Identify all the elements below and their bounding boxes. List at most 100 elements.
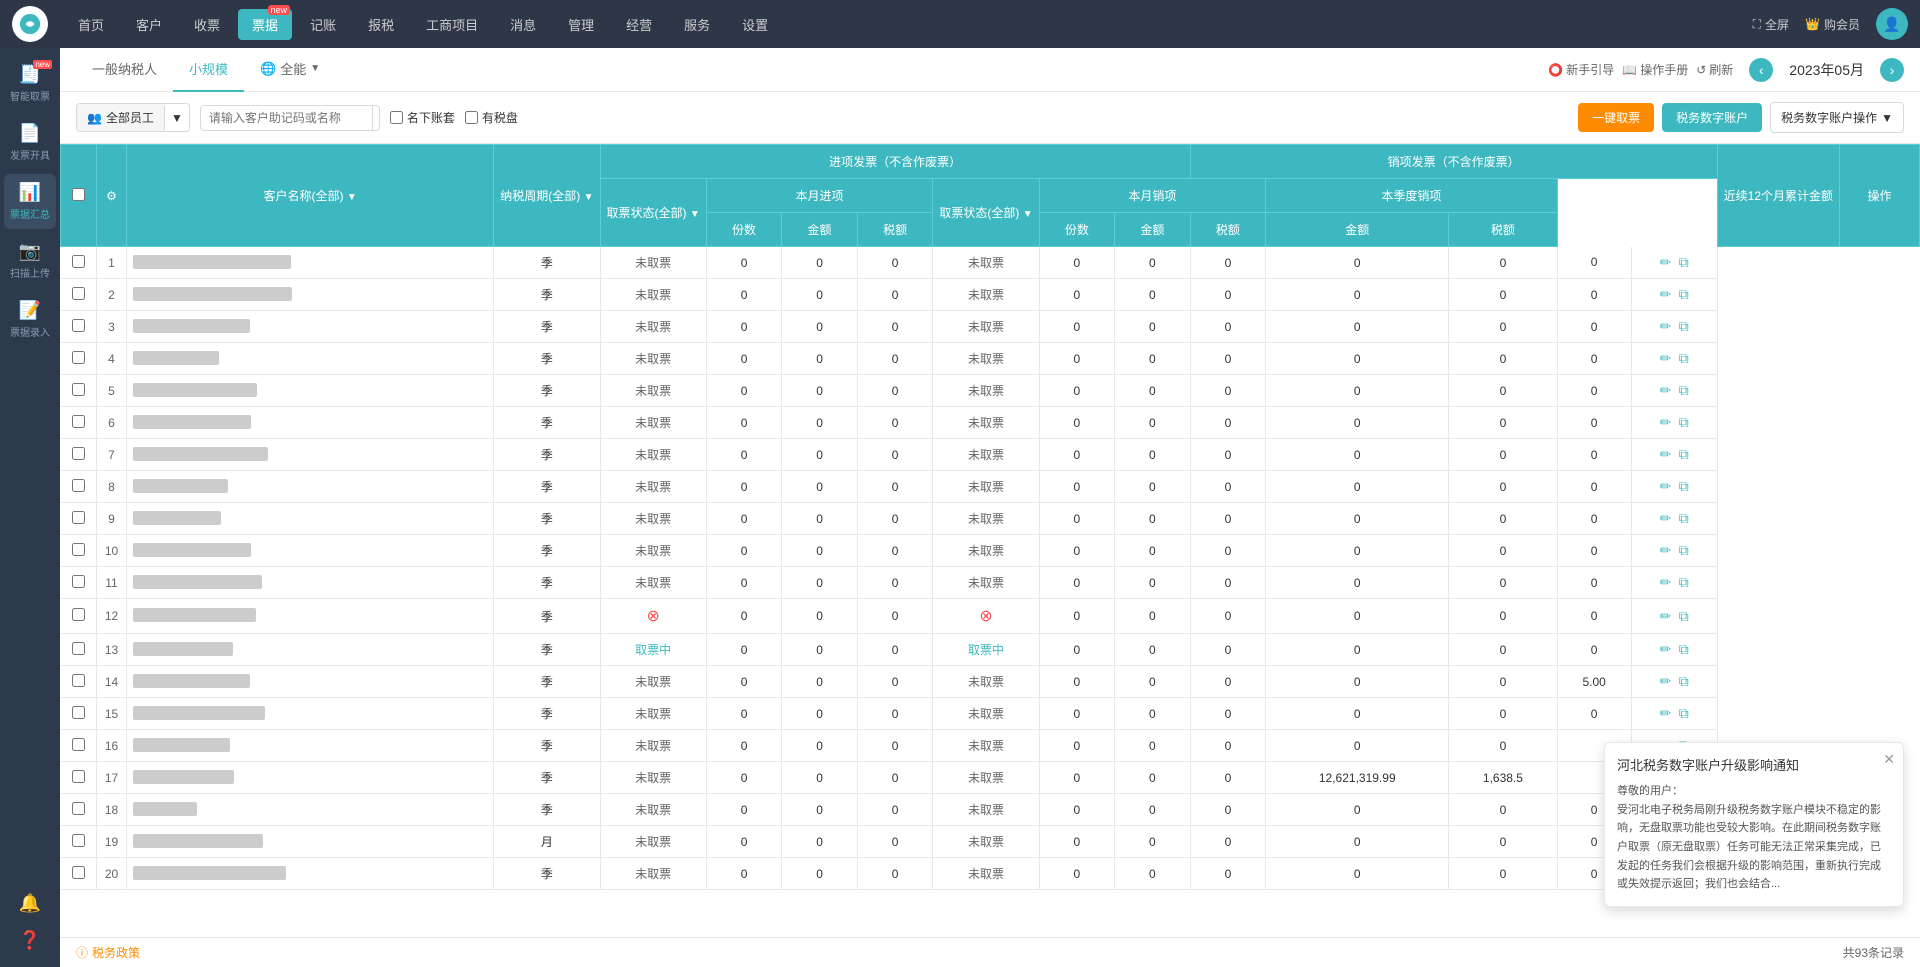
- copy-btn[interactable]: ⧉: [1679, 574, 1689, 590]
- select-all-checkbox[interactable]: [72, 188, 85, 201]
- nav-invoice[interactable]: 票据 new: [238, 9, 292, 40]
- sidebar-item-scan-upload[interactable]: 📷 扫描上传: [4, 233, 56, 288]
- nav-customer[interactable]: 客户: [122, 9, 176, 40]
- row-checkbox[interactable]: [72, 706, 85, 719]
- employee-select[interactable]: 👥 全部员工: [77, 104, 164, 131]
- row-checkbox[interactable]: [72, 255, 85, 268]
- row-number: 9: [108, 512, 115, 526]
- new-guide-btn[interactable]: ⭕ 新手引导: [1548, 61, 1614, 78]
- edit-btn[interactable]: ✏: [1660, 446, 1672, 462]
- copy-btn[interactable]: ⧉: [1679, 608, 1689, 624]
- checkbox-tax-disk-input[interactable]: [465, 111, 478, 124]
- nav-tax[interactable]: 报税: [354, 9, 408, 40]
- sidebar-item-smart-ticket[interactable]: 🧾 智能取票 new: [4, 56, 56, 111]
- tab-general-taxpayer[interactable]: 一般纳税人: [76, 48, 173, 92]
- out-amount-cell: 0: [1115, 343, 1191, 375]
- row-checkbox[interactable]: [72, 511, 85, 524]
- nav-business[interactable]: 工商项目: [412, 9, 492, 40]
- row-checkbox[interactable]: [72, 642, 85, 655]
- copy-btn[interactable]: ⧉: [1679, 641, 1689, 657]
- copy-btn[interactable]: ⧉: [1679, 510, 1689, 526]
- sidebar-item-invoice-summary[interactable]: 📊 票据汇总: [4, 174, 56, 229]
- copy-btn[interactable]: ⧉: [1679, 382, 1689, 398]
- row-checkbox[interactable]: [72, 770, 85, 783]
- row-checkbox[interactable]: [72, 674, 85, 687]
- nav-message[interactable]: 消息: [496, 9, 550, 40]
- row-checkbox[interactable]: [72, 447, 85, 460]
- tab-all-capability[interactable]: 🌐 全能 ▼: [244, 48, 336, 92]
- row-checkbox[interactable]: [72, 479, 85, 492]
- checkbox-sub-accounts[interactable]: 名下账套: [390, 109, 455, 126]
- copy-btn[interactable]: ⧉: [1679, 673, 1689, 689]
- edit-btn[interactable]: ✏: [1660, 510, 1672, 526]
- row-checkbox[interactable]: [72, 834, 85, 847]
- nav-manage[interactable]: 管理: [554, 9, 608, 40]
- tax-policy-link[interactable]: ⓘ 税务政策: [76, 944, 140, 961]
- copy-btn[interactable]: ⧉: [1679, 705, 1689, 721]
- edit-btn[interactable]: ✏: [1660, 608, 1672, 624]
- copy-btn[interactable]: ⧉: [1679, 478, 1689, 494]
- digital-account-btn[interactable]: 税务数字账户: [1662, 103, 1762, 132]
- row-checkbox[interactable]: [72, 287, 85, 300]
- fetch-ticket-btn[interactable]: 一键取票: [1578, 103, 1654, 132]
- nav-settings[interactable]: 设置: [728, 9, 782, 40]
- row-checkbox[interactable]: [72, 415, 85, 428]
- in-amount-cell: 0: [782, 407, 858, 439]
- edit-btn[interactable]: ✏: [1660, 574, 1672, 590]
- period-prev-btn[interactable]: ‹: [1749, 58, 1773, 82]
- checkbox-tax-disk[interactable]: 有税盘: [465, 109, 518, 126]
- edit-btn[interactable]: ✏: [1660, 382, 1672, 398]
- nav-operation[interactable]: 经营: [612, 9, 666, 40]
- edit-btn[interactable]: ✏: [1660, 318, 1672, 334]
- copy-btn[interactable]: ⧉: [1679, 446, 1689, 462]
- sidebar-item-notification[interactable]: 🔔: [4, 885, 56, 922]
- nav-service[interactable]: 服务: [670, 9, 724, 40]
- digital-account-ops-btn[interactable]: 税务数字账户操作 ▼: [1770, 102, 1904, 133]
- copy-btn[interactable]: ⧉: [1679, 286, 1689, 302]
- search-btn[interactable]: 🔍: [372, 106, 380, 130]
- row-checkbox[interactable]: [72, 319, 85, 332]
- manual-btn[interactable]: 📖 操作手册: [1622, 61, 1688, 78]
- edit-btn[interactable]: ✏: [1660, 350, 1672, 366]
- search-input[interactable]: [201, 106, 372, 130]
- copy-btn[interactable]: ⧉: [1679, 350, 1689, 366]
- avatar[interactable]: 👤: [1876, 8, 1908, 40]
- sidebar-item-help[interactable]: ❓: [4, 922, 56, 959]
- copy-btn[interactable]: ⧉: [1679, 542, 1689, 558]
- checkbox-sub-accounts-input[interactable]: [390, 111, 403, 124]
- row-checkbox[interactable]: [72, 802, 85, 815]
- copy-btn[interactable]: ⧉: [1679, 318, 1689, 334]
- nav-receipt[interactable]: 收票: [180, 9, 234, 40]
- row-checkbox[interactable]: [72, 351, 85, 364]
- sidebar-item-invoice-entry[interactable]: 📝 票据录入: [4, 292, 56, 347]
- sidebar-bottom: 🔔 ❓: [4, 885, 56, 959]
- member-btn[interactable]: 👑 购会员: [1805, 16, 1860, 33]
- period-next-btn[interactable]: ›: [1880, 58, 1904, 82]
- nav-home[interactable]: 首页: [64, 9, 118, 40]
- row-checkbox[interactable]: [72, 383, 85, 396]
- nav-bookkeep[interactable]: 记账: [296, 9, 350, 40]
- row-checkbox[interactable]: [72, 575, 85, 588]
- edit-btn[interactable]: ✏: [1660, 478, 1672, 494]
- employee-select-arrow[interactable]: ▼: [164, 106, 189, 130]
- edit-btn[interactable]: ✏: [1660, 705, 1672, 721]
- row-checkbox[interactable]: [72, 608, 85, 621]
- in-count-cell: 0: [706, 794, 782, 826]
- fullscreen-btn[interactable]: ⛶ 全屏: [1753, 16, 1789, 33]
- sidebar-item-issue-invoice[interactable]: 📄 发票开具: [4, 115, 56, 170]
- edit-btn[interactable]: ✏: [1660, 414, 1672, 430]
- row-checkbox[interactable]: [72, 738, 85, 751]
- edit-btn[interactable]: ✏: [1660, 673, 1672, 689]
- row-checkbox[interactable]: [72, 543, 85, 556]
- edit-btn[interactable]: ✏: [1660, 542, 1672, 558]
- copy-btn[interactable]: ⧉: [1679, 414, 1689, 430]
- notification-close-btn[interactable]: ✕: [1883, 751, 1895, 768]
- edit-btn[interactable]: ✏: [1660, 641, 1672, 657]
- app-logo[interactable]: [12, 6, 48, 42]
- copy-btn[interactable]: ⧉: [1679, 254, 1689, 270]
- edit-btn[interactable]: ✏: [1660, 286, 1672, 302]
- refresh-btn[interactable]: ↺ 刷新: [1696, 61, 1733, 78]
- edit-btn[interactable]: ✏: [1660, 254, 1672, 270]
- tab-small-scale[interactable]: 小规模: [173, 48, 244, 92]
- row-checkbox[interactable]: [72, 866, 85, 879]
